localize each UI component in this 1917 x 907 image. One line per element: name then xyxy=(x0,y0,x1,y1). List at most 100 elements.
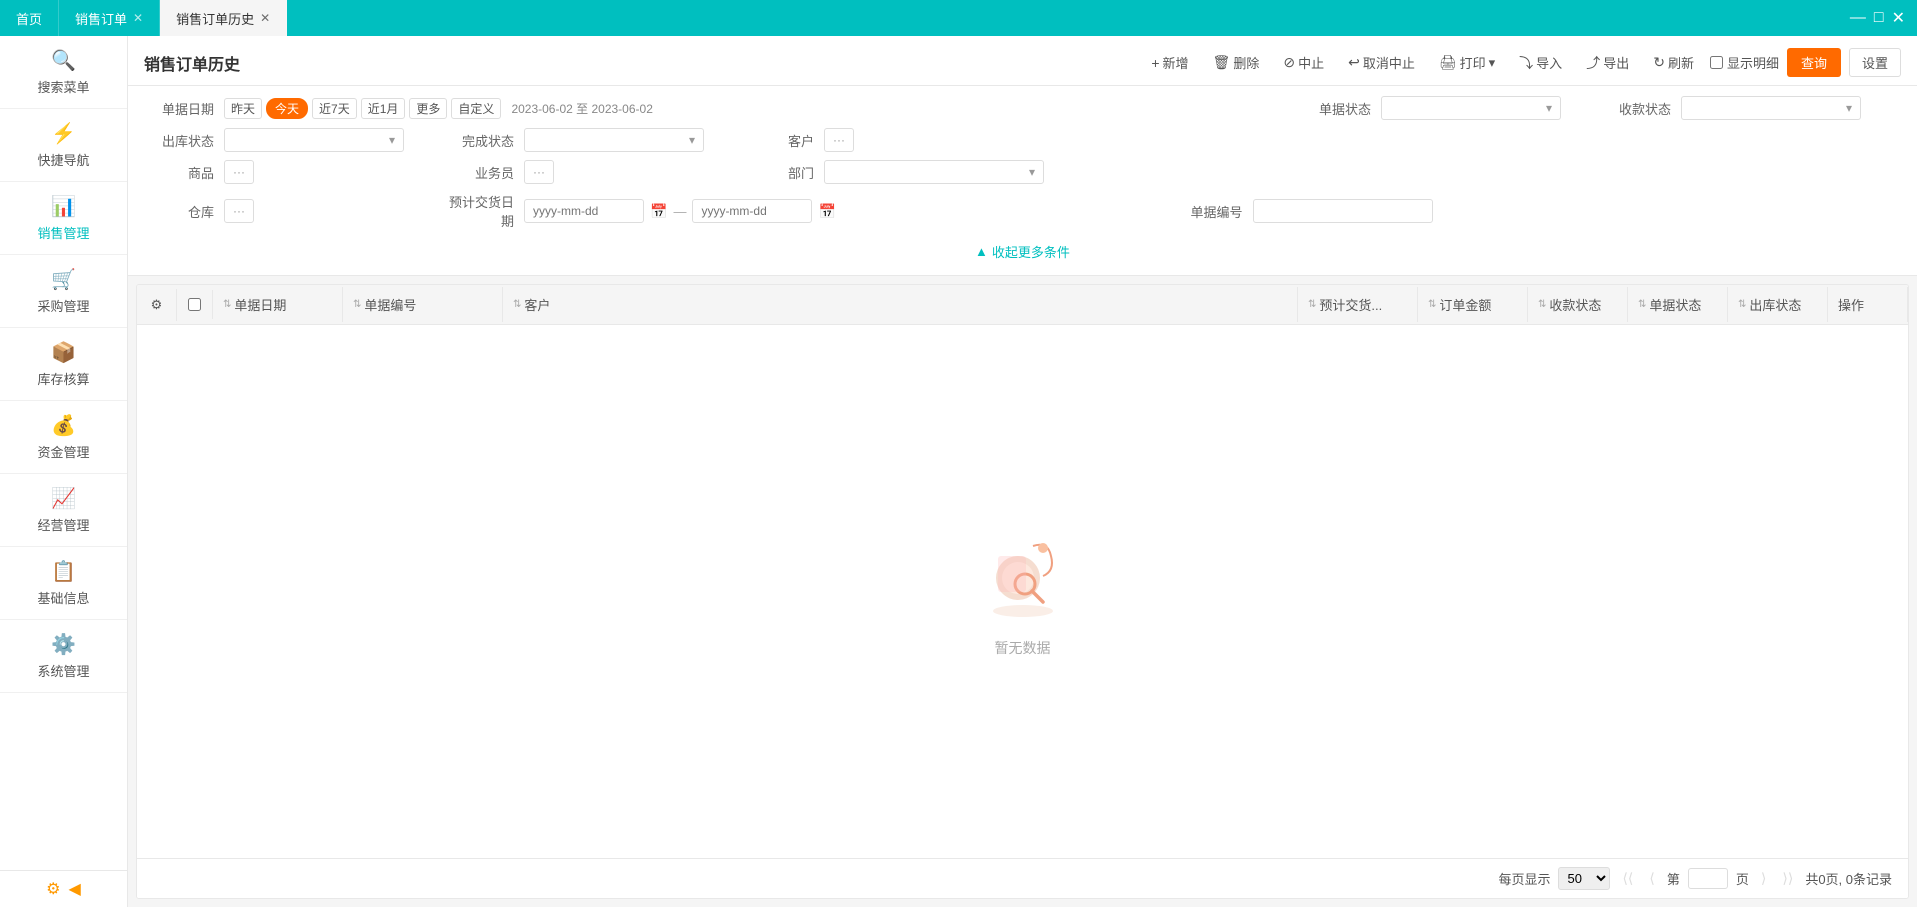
content-area: 销售订单历史 + 新增 🗑 删除 ⊘ 中止 ↩ 取消中止 xyxy=(128,36,1917,907)
sort-amount-icon[interactable]: ⇅ xyxy=(1428,299,1436,310)
department-label: 部门 xyxy=(744,163,824,182)
last-page-btn[interactable]: ⟩⟩ xyxy=(1778,868,1797,889)
date-1month-btn[interactable]: 近1月 xyxy=(361,98,406,119)
sidebar-item-quick-nav[interactable]: ⚡ 快捷导航 xyxy=(0,109,127,182)
next-page-btn[interactable]: ⟩ xyxy=(1757,868,1770,889)
sort-date-icon[interactable]: ⇅ xyxy=(223,299,231,310)
sort-order-status-icon[interactable]: ⇅ xyxy=(1638,299,1646,310)
date-7days-btn[interactable]: 近7天 xyxy=(312,98,357,119)
close-window-icon[interactable]: ✕ xyxy=(1892,8,1905,28)
complete-status-select[interactable]: ▾ xyxy=(524,128,704,152)
department-select[interactable]: ▾ xyxy=(824,160,1044,184)
order-number-control xyxy=(1253,199,1902,223)
th-settings[interactable]: ⚙ xyxy=(137,289,177,321)
tab-sales-order[interactable]: 销售订单 ✕ xyxy=(59,0,160,36)
stop-button[interactable]: ⊘ 中止 xyxy=(1275,49,1332,76)
sort-out-status-icon[interactable]: ⇅ xyxy=(1738,299,1746,310)
sidebar-item-search[interactable]: 🔍 搜索菜单 xyxy=(0,36,127,109)
display-columns-input[interactable] xyxy=(1710,56,1723,69)
cal-end-icon[interactable]: 📅 xyxy=(818,203,835,220)
cal-start-icon[interactable]: 📅 xyxy=(650,203,667,220)
order-status-select[interactable]: ▾ xyxy=(1381,96,1561,120)
window-controls: — □ ✕ xyxy=(1850,8,1917,28)
collapse-sidebar-icon[interactable]: ◀ xyxy=(69,879,81,899)
tab-sales-history[interactable]: 销售订单历史 ✕ xyxy=(160,0,287,36)
tab-sales-history-close[interactable]: ✕ xyxy=(260,11,270,25)
refresh-button[interactable]: ↻ 刷新 xyxy=(1645,49,1702,76)
export-button[interactable]: ⤴ 导出 xyxy=(1578,49,1637,77)
sort-delivery-icon[interactable]: ⇅ xyxy=(1308,299,1316,310)
page-number-input[interactable]: 1 xyxy=(1688,868,1728,889)
export-label: 导出 xyxy=(1603,53,1629,72)
tab-home[interactable]: 首页 xyxy=(0,0,59,36)
date-more-btn[interactable]: 更多 xyxy=(409,98,447,119)
sidebar-item-system[interactable]: ⚙️ 系统管理 xyxy=(0,620,127,693)
print-button[interactable]: 🖨 打印 ▾ xyxy=(1431,49,1503,76)
th-date-label: 单据日期 xyxy=(234,295,286,314)
print-icon: 🖨 xyxy=(1439,54,1457,71)
filter-row-3: 商品 ··· 业务员 ··· 部门 ▾ xyxy=(144,160,1901,184)
sort-number-icon[interactable]: ⇅ xyxy=(353,299,361,310)
minimize-icon[interactable]: — xyxy=(1850,9,1866,27)
import-button[interactable]: ⤵ 导入 xyxy=(1511,49,1570,77)
per-page-select[interactable]: 10 20 50 100 xyxy=(1558,867,1610,890)
order-number-input[interactable] xyxy=(1253,199,1433,223)
query-button[interactable]: 查询 xyxy=(1787,48,1841,77)
sidebar-item-operations-label: 经营管理 xyxy=(37,515,89,534)
import-icon: ⤵ xyxy=(1519,53,1533,73)
delivery-date-control: 📅 — 📅 xyxy=(524,199,1173,223)
delete-icon: 🗑 xyxy=(1213,54,1231,71)
payment-status-select[interactable]: ▾ xyxy=(1681,96,1861,120)
select-all-checkbox[interactable] xyxy=(188,298,201,311)
sort-customer-icon[interactable]: ⇅ xyxy=(513,299,521,310)
sidebar-item-operations[interactable]: 📈 经营管理 xyxy=(0,474,127,547)
date-range-dash: — xyxy=(673,204,686,219)
delivery-date-end[interactable] xyxy=(692,199,812,223)
order-number-label: 单据编号 xyxy=(1173,202,1253,221)
page-title: 销售订单历史 xyxy=(144,51,1135,75)
department-control: ▾ xyxy=(824,160,1901,184)
date-yesterday-btn[interactable]: 昨天 xyxy=(224,98,262,119)
cancel-stop-button[interactable]: ↩ 取消中止 xyxy=(1340,49,1423,76)
sidebar-item-basic-info[interactable]: 📋 基础信息 xyxy=(0,547,127,620)
filter-area: 单据日期 昨天 今天 近7天 近1月 更多 自定义 2023-06-02 至 2… xyxy=(128,86,1917,276)
sidebar-item-inventory[interactable]: 📦 库存核算 xyxy=(0,328,127,401)
display-columns-checkbox[interactable]: 显示明细 xyxy=(1710,53,1779,72)
delivery-date-start[interactable] xyxy=(524,199,644,223)
collapse-button[interactable]: ▲ 收起更多条件 xyxy=(144,238,1901,265)
warehouse-ellipsis-btn[interactable]: ··· xyxy=(224,199,254,223)
th-out-status: ⇅ 出库状态 xyxy=(1728,287,1828,322)
add-button[interactable]: + 新增 xyxy=(1143,49,1196,76)
stop-icon: ⊘ xyxy=(1283,54,1295,71)
th-number: ⇅ 单据编号 xyxy=(343,287,503,322)
tab-sales-order-close[interactable]: ✕ xyxy=(133,11,143,25)
tab-sales-history-label: 销售订单历史 xyxy=(176,9,254,28)
sort-payment-icon[interactable]: ⇅ xyxy=(1538,299,1546,310)
basic-info-icon: 📋 xyxy=(51,559,76,584)
add-icon: + xyxy=(1151,55,1159,71)
operations-icon: 📈 xyxy=(51,486,76,511)
date-custom-btn[interactable]: 自定义 xyxy=(451,98,501,119)
filter-row-4: 仓库 ··· 预计交货日期 📅 — 📅 单据编号 xyxy=(144,192,1901,230)
sidebar-item-finance[interactable]: 💰 资金管理 xyxy=(0,401,127,474)
th-checkbox[interactable] xyxy=(177,290,213,319)
first-page-btn[interactable]: ⟨⟨ xyxy=(1618,868,1637,889)
salesperson-ellipsis-btn[interactable]: ··· xyxy=(524,160,554,184)
settings-button[interactable]: 设置 xyxy=(1849,48,1901,77)
th-action: 操作 xyxy=(1828,287,1908,322)
maximize-icon[interactable]: □ xyxy=(1874,9,1884,27)
out-status-control: ▾ xyxy=(224,128,444,152)
settings-bottom-icon[interactable]: ⚙ xyxy=(46,879,60,899)
date-filter-label: 单据日期 xyxy=(144,99,224,118)
goods-ellipsis-btn[interactable]: ··· xyxy=(224,160,254,184)
th-date: ⇅ 单据日期 xyxy=(213,287,343,322)
date-today-btn[interactable]: 今天 xyxy=(266,98,308,119)
prev-page-btn[interactable]: ⟨ xyxy=(1645,868,1658,889)
th-out-status-label: 出库状态 xyxy=(1749,295,1801,314)
delete-button[interactable]: 🗑 删除 xyxy=(1205,49,1268,76)
out-status-select[interactable]: ▾ xyxy=(224,128,404,152)
sidebar-item-sales[interactable]: 📊 销售管理 xyxy=(0,182,127,255)
sidebar-item-purchase[interactable]: 🛒 采购管理 xyxy=(0,255,127,328)
table-area: ⚙ ⇅ 单据日期 ⇅ 单据编号 ⇅ 客户 ⇅ xyxy=(136,284,1909,899)
customer-ellipsis-btn[interactable]: ··· xyxy=(824,128,854,152)
